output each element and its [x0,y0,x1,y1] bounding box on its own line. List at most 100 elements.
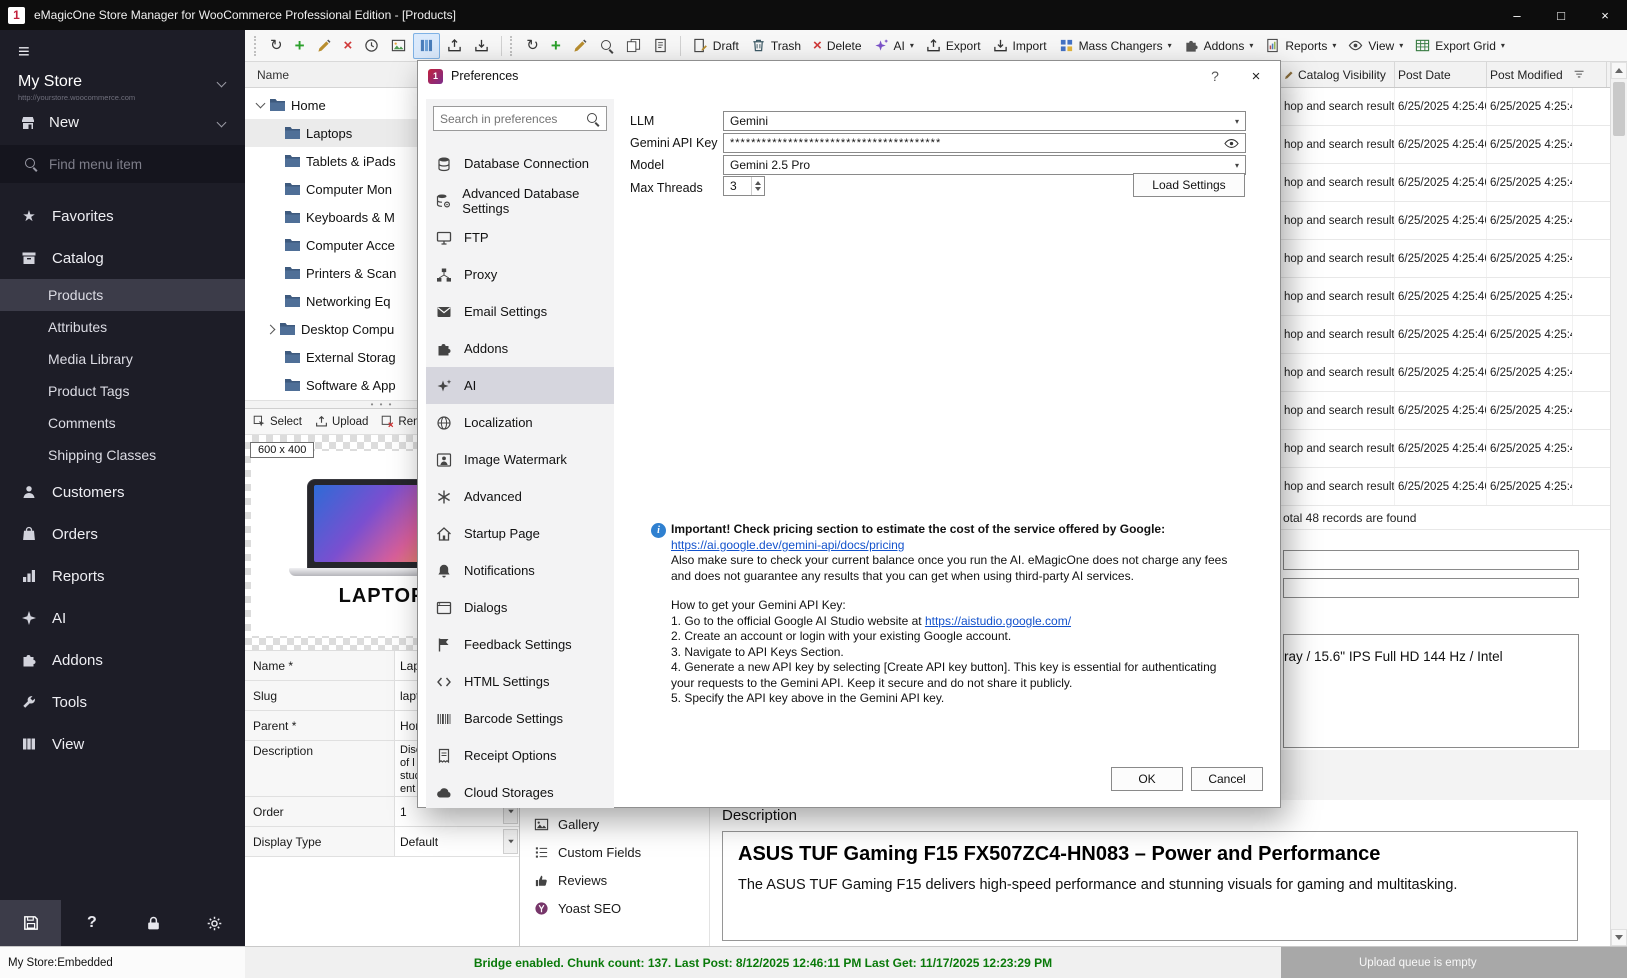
sidebar-item-favorites[interactable]: ★ Favorites [0,195,245,237]
export-grid-button[interactable]: Export Grid ▾ [1410,33,1510,59]
import-button[interactable]: Import [988,33,1052,59]
refresh-button[interactable]: ↻ [265,33,288,59]
toolbar-drag-handle[interactable] [510,35,514,56]
prefs-nav-advanced-database[interactable]: Advanced Database Settings [426,182,614,219]
settings-button[interactable] [184,900,245,946]
table-row[interactable]: hop and search results 6/25/2025 4:25:46 6… [1281,430,1610,468]
table-row[interactable]: hop and search results 6/25/2025 4:25:46 6… [1281,278,1610,316]
menu-search-input[interactable] [49,156,199,172]
sidebar-item-comments[interactable]: Comments [0,407,245,439]
dialog-help-button[interactable]: ? [1205,68,1225,84]
export-file-button[interactable] [442,33,467,59]
sidebar-item-addons[interactable]: Addons [0,639,245,681]
api-key-field[interactable]: **************************************** [723,133,1246,153]
tab-custom-fields[interactable]: Custom Fields [520,838,709,866]
preferences-search-input[interactable] [440,111,582,126]
sidebar-item-customers[interactable]: Customers [0,471,245,513]
prefs-nav-barcode[interactable]: Barcode Settings [426,700,614,737]
prefs-nav-startup-page[interactable]: Startup Page [426,515,614,552]
sidebar-item-catalog[interactable]: Catalog [0,237,245,279]
addons-menu-button[interactable]: Addons ▾ [1179,33,1259,59]
prefs-nav-feedback[interactable]: Feedback Settings [426,626,614,663]
table-row[interactable]: hop and search results 6/25/2025 4:25:46 6… [1281,240,1610,278]
grid-search-button[interactable] [595,33,619,59]
prefs-nav-html[interactable]: HTML Settings [426,663,614,700]
details-button[interactable] [648,33,673,59]
delete-labeled-button[interactable]: × Delete [808,33,866,59]
aistudio-link[interactable]: https://aistudio.google.com/ [925,614,1071,628]
prefs-nav-dialogs[interactable]: Dialogs [426,589,614,626]
maximize-button[interactable]: □ [1539,0,1583,30]
sidebar-item-ai[interactable]: AI [0,597,245,639]
scroll-up-button[interactable] [1611,62,1627,79]
filter-icon[interactable] [1573,68,1586,81]
cancel-button[interactable]: Cancel [1191,767,1263,791]
column-catalog-visibility[interactable]: Catalog Visibility [1281,62,1395,87]
toolbar-drag-handle[interactable] [254,35,258,56]
detail-input-1[interactable] [1283,550,1579,570]
table-row[interactable]: hop and search results 6/25/2025 4:25:46 6… [1281,392,1610,430]
prefs-nav-cloud-storages[interactable]: Cloud Storages [426,774,614,808]
column-post-modified[interactable]: Post Modified [1487,62,1607,87]
close-button[interactable]: × [1583,0,1627,30]
prefs-nav-ftp[interactable]: FTP [426,219,614,256]
lock-button[interactable] [123,900,184,946]
detail-input-2[interactable] [1283,578,1579,598]
column-post-date[interactable]: Post Date [1395,62,1487,87]
edit-button[interactable] [312,33,337,59]
sidebar-item-products[interactable]: Products [0,279,245,311]
dialog-titlebar[interactable]: 1 Preferences [418,61,1280,91]
sidebar-item-product-tags[interactable]: Product Tags [0,375,245,407]
stepper-arrows[interactable] [751,177,764,195]
image-button[interactable] [386,33,411,59]
table-row[interactable]: hop and search results 6/25/2025 4:25:46 6… [1281,164,1610,202]
tab-gallery[interactable]: Gallery [520,810,709,838]
trash-button[interactable]: Trash [746,33,806,59]
prefs-nav-proxy[interactable]: Proxy [426,256,614,293]
grid-refresh-button[interactable]: ↻ [521,33,544,59]
model-select[interactable]: Gemini 2.5 Pro ▾ [723,155,1246,175]
scroll-thumb[interactable] [1613,82,1625,136]
export-button[interactable]: Export [921,33,986,59]
table-row[interactable]: hop and search results 6/25/2025 4:25:46 6… [1281,202,1610,240]
ai-menu-button[interactable]: AI ▾ [869,33,919,59]
add-button[interactable]: + [290,33,310,59]
sidebar-search[interactable] [0,145,245,183]
load-settings-button[interactable]: Load Settings [1133,173,1245,197]
delete-button[interactable]: × [339,33,358,59]
prefs-nav-addons[interactable]: Addons [426,330,614,367]
mass-changers-button[interactable]: Mass Changers ▾ [1054,33,1177,59]
draft-button[interactable]: Draft [688,33,744,59]
max-threads-stepper[interactable]: 3 [723,176,765,196]
tab-yoast-seo[interactable]: Yoast SEO [520,894,709,922]
prefs-nav-advanced[interactable]: Advanced [426,478,614,515]
sidebar-item-view[interactable]: View [0,723,245,765]
history-button[interactable] [359,33,384,59]
table-row[interactable]: hop and search results 6/25/2025 4:25:46 6… [1281,354,1610,392]
table-row[interactable]: hop and search results 6/25/2025 4:25:46 6… [1281,126,1610,164]
dialog-close-button[interactable]: × [1244,65,1268,87]
help-button[interactable]: ? [61,900,122,946]
prefs-nav-localization[interactable]: Localization [426,404,614,441]
prefs-nav-receipt[interactable]: Receipt Options [426,737,614,774]
pricing-link[interactable]: https://ai.google.dev/gemini-api/docs/pr… [671,538,904,552]
show-password-eye-icon[interactable] [1224,138,1239,149]
minimize-button[interactable]: – [1495,0,1539,30]
grid-edit-button[interactable] [568,33,593,59]
prefs-nav-database-connection[interactable]: Database Connection [426,145,614,182]
columns-toggle-button[interactable] [413,32,441,59]
prefs-nav-email[interactable]: Email Settings [426,293,614,330]
select-image-button[interactable]: Select [253,415,302,428]
scroll-down-button[interactable] [1611,929,1627,946]
ok-button[interactable]: OK [1111,767,1183,791]
product-name-box[interactable]: ray / 15.6" IPS Full HD 144 Hz / Intel [1283,634,1579,748]
copy-button[interactable] [621,33,646,59]
sidebar-item-orders[interactable]: Orders [0,513,245,555]
grid-add-button[interactable]: + [546,33,566,59]
sidebar-item-attributes[interactable]: Attributes [0,311,245,343]
prefs-nav-image-watermark[interactable]: Image Watermark [426,441,614,478]
store-selector[interactable]: My Store [0,67,245,91]
view-menu-button[interactable]: View ▾ [1343,33,1408,59]
hamburger-menu-icon[interactable]: ≡ [0,30,245,67]
save-connection-button[interactable] [0,900,62,946]
